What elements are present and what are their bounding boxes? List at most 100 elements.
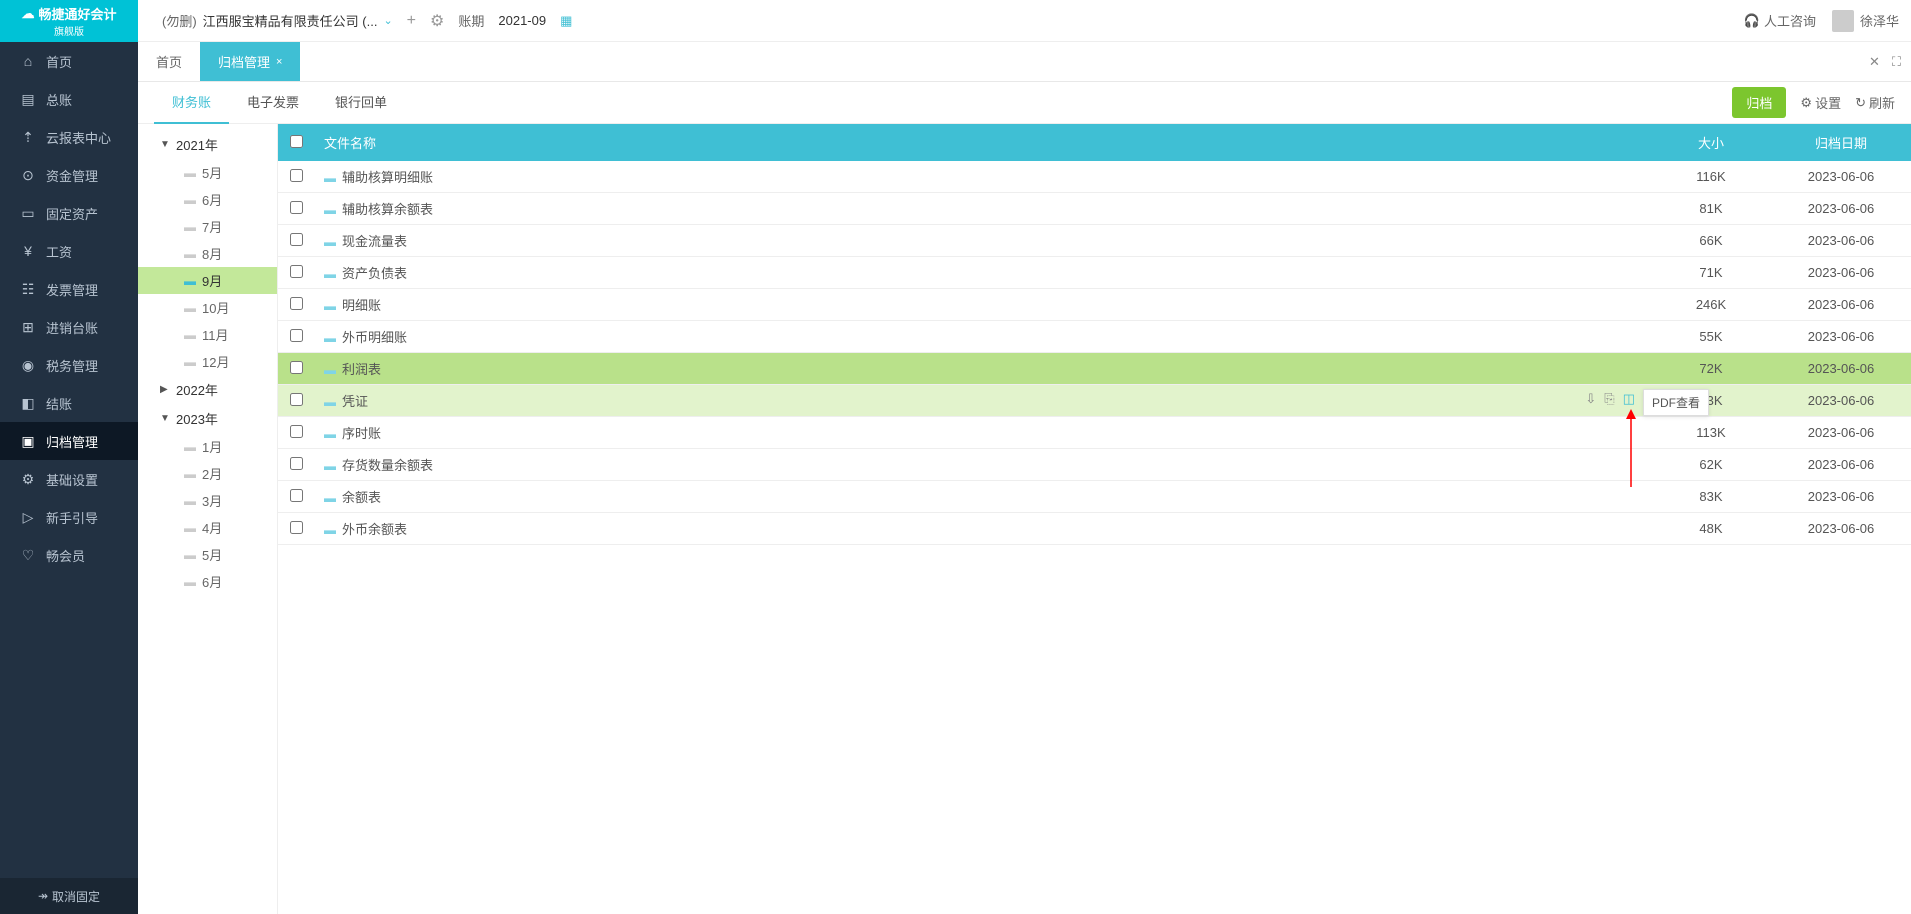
tree-month[interactable]: ▬2月 <box>138 460 277 487</box>
tree-month[interactable]: ▬3月 <box>138 487 277 514</box>
period-value[interactable]: 2021-09 <box>498 13 546 28</box>
nav-item-10[interactable]: ▣归档管理 <box>0 422 138 460</box>
tree-month[interactable]: ▬9月 <box>138 267 277 294</box>
subtab-financial[interactable]: 财务账 <box>154 82 229 124</box>
tree-month[interactable]: ▬12月 <box>138 348 277 375</box>
file-name: 余额表 <box>342 490 381 505</box>
tree-month[interactable]: ▬4月 <box>138 514 277 541</box>
tree-month[interactable]: ▬7月 <box>138 213 277 240</box>
company-selector[interactable]: (勿删) 江西服宝精品有限责任公司 (... ⌄ <box>162 11 393 30</box>
close-all-icon[interactable]: ✕ <box>1869 54 1880 70</box>
unpin-button[interactable]: ↠ 取消固定 <box>0 878 138 914</box>
nav-item-2[interactable]: ⇡云报表中心 <box>0 118 138 156</box>
col-size: 大小 <box>1651 124 1771 161</box>
calendar-icon[interactable]: ▦ <box>560 13 572 29</box>
nav-label: 资金管理 <box>46 166 98 185</box>
nav-item-11[interactable]: ⚙基础设置 <box>0 460 138 498</box>
row-checkbox[interactable] <box>290 265 303 278</box>
row-checkbox[interactable] <box>290 489 303 502</box>
add-button[interactable]: + <box>407 12 416 30</box>
file-date: 2023-06-06 <box>1771 257 1911 289</box>
tree-year-2022[interactable]: ▶2022年 <box>138 375 277 404</box>
headset-icon: 🎧 <box>1744 13 1760 29</box>
nav-label: 云报表中心 <box>46 128 111 147</box>
archive-button[interactable]: 归档 <box>1732 87 1786 118</box>
tab-archive[interactable]: 归档管理 × <box>200 42 300 81</box>
table-row[interactable]: ▬外币余额表48K2023-06-06 <box>278 513 1911 545</box>
file-date: 2023-06-06 <box>1771 193 1911 225</box>
folder-icon: ▬ <box>184 494 196 508</box>
file-date: 2023-06-06 <box>1771 321 1911 353</box>
nav-item-6[interactable]: ☷发票管理 <box>0 270 138 308</box>
tree-month[interactable]: ▬10月 <box>138 294 277 321</box>
row-checkbox[interactable] <box>290 233 303 246</box>
nav-item-8[interactable]: ◉税务管理 <box>0 346 138 384</box>
nav-item-5[interactable]: ¥工资 <box>0 232 138 270</box>
nav-item-3[interactable]: ⊙资金管理 <box>0 156 138 194</box>
table-row[interactable]: ▬序时账113K2023-06-06 <box>278 417 1911 449</box>
caret-right-icon: ▶ <box>160 384 170 395</box>
nav-icon: ⚙ <box>20 471 36 488</box>
nav-label: 税务管理 <box>46 356 98 375</box>
table-row[interactable]: ▬辅助核算明细账116K2023-06-06 <box>278 161 1911 193</box>
settings-link[interactable]: ⚙设置 <box>1800 93 1841 112</box>
row-checkbox[interactable] <box>290 393 303 406</box>
table-row[interactable]: ▬明细账246K2023-06-06 <box>278 289 1911 321</box>
row-checkbox[interactable] <box>290 329 303 342</box>
consult-link[interactable]: 🎧 人工咨询 <box>1744 11 1816 30</box>
file-icon: ▬ <box>324 331 336 345</box>
tree-year-2023[interactable]: ▼2023年 <box>138 404 277 433</box>
tree-month[interactable]: ▬6月 <box>138 568 277 595</box>
table-row[interactable]: ▬辅助核算余额表81K2023-06-06 <box>278 193 1911 225</box>
table-row[interactable]: ▬利润表72K2023-06-06 <box>278 353 1911 385</box>
tab-home[interactable]: 首页 <box>138 42 200 81</box>
file-name: 现金流量表 <box>342 234 407 249</box>
table-row[interactable]: ▬存货数量余额表62K2023-06-06 <box>278 449 1911 481</box>
tree-month[interactable]: ▬6月 <box>138 186 277 213</box>
nav-label: 新手引导 <box>46 508 98 527</box>
user-menu[interactable]: 徐泽华 <box>1832 10 1899 32</box>
tree-month[interactable]: ▬11月 <box>138 321 277 348</box>
row-checkbox[interactable] <box>290 425 303 438</box>
close-icon[interactable]: × <box>276 56 282 68</box>
table-row[interactable]: ▬外币明细账55K2023-06-06 <box>278 321 1911 353</box>
file-name: 利润表 <box>342 362 381 377</box>
file-icon: ▬ <box>324 171 336 185</box>
month-label: 8月 <box>202 244 222 263</box>
nav-item-0[interactable]: ⌂首页 <box>0 42 138 80</box>
company-settings-button[interactable]: ⚙ <box>430 11 444 31</box>
nav-item-1[interactable]: ▤总账 <box>0 80 138 118</box>
tree-month[interactable]: ▬8月 <box>138 240 277 267</box>
row-checkbox[interactable] <box>290 201 303 214</box>
nav-label: 进销台账 <box>46 318 98 337</box>
download-icon[interactable]: ⇩ <box>1585 391 1596 407</box>
row-checkbox[interactable] <box>290 169 303 182</box>
refresh-link[interactable]: ↻刷新 <box>1855 93 1895 112</box>
tree-month[interactable]: ▬5月 <box>138 541 277 568</box>
tree-year-2021[interactable]: ▼2021年 <box>138 130 277 159</box>
tree-month[interactable]: ▬1月 <box>138 433 277 460</box>
col-date: 归档日期 <box>1771 124 1911 161</box>
select-all-checkbox[interactable] <box>290 135 303 148</box>
subtab-bank[interactable]: 银行回单 <box>317 82 405 124</box>
chevron-down-icon: ⌄ <box>383 14 392 27</box>
nav-icon: ▭ <box>20 205 36 222</box>
table-row[interactable]: ▬现金流量表66K2023-06-06 <box>278 225 1911 257</box>
row-checkbox[interactable] <box>290 297 303 310</box>
pdf-icon[interactable]: ⎘ <box>1604 391 1614 407</box>
view-icon[interactable]: ◫ <box>1623 391 1635 407</box>
nav-item-9[interactable]: ◧结账 <box>0 384 138 422</box>
table-row[interactable]: ▬余额表83K2023-06-06 <box>278 481 1911 513</box>
expand-icon[interactable]: ⛶ <box>1892 54 1901 70</box>
nav-item-4[interactable]: ▭固定资产 <box>0 194 138 232</box>
row-checkbox[interactable] <box>290 521 303 534</box>
tree-month[interactable]: ▬5月 <box>138 159 277 186</box>
nav-item-7[interactable]: ⊞进销台账 <box>0 308 138 346</box>
nav-item-12[interactable]: ▷新手引导 <box>0 498 138 536</box>
nav-item-13[interactable]: ♡畅会员 <box>0 536 138 574</box>
file-table: 文件名称 大小 归档日期 ▬辅助核算明细账116K2023-06-06▬辅助核算… <box>278 124 1911 545</box>
row-checkbox[interactable] <box>290 457 303 470</box>
subtab-einvoice[interactable]: 电子发票 <box>229 82 317 124</box>
row-checkbox[interactable] <box>290 361 303 374</box>
table-row[interactable]: ▬资产负债表71K2023-06-06 <box>278 257 1911 289</box>
